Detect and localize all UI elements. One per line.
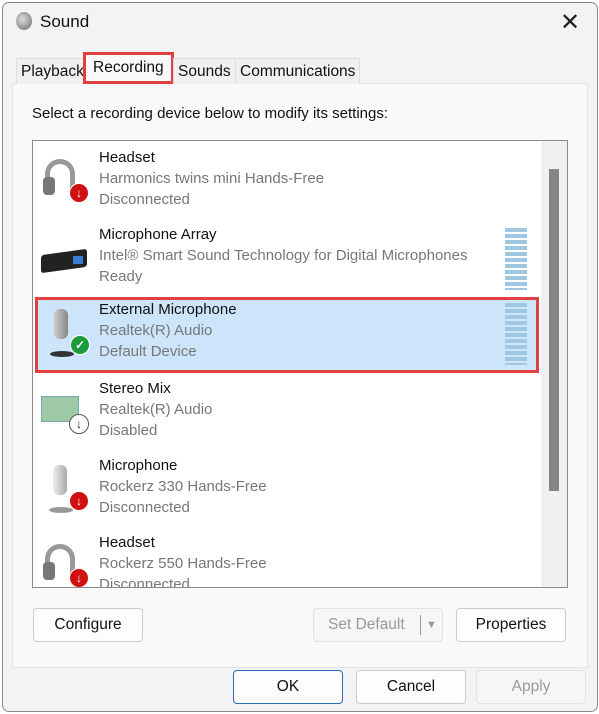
device-description: Rockerz 330 Hands-Free [99, 478, 267, 495]
ok-button[interactable]: OK [233, 670, 343, 704]
device-description: Realtek(R) Audio [99, 322, 213, 339]
device-name: Microphone [99, 457, 178, 474]
scrollbar[interactable] [541, 141, 567, 587]
apply-button[interactable]: Apply [476, 670, 586, 704]
device-description: Rockerz 550 Hands-Free [99, 555, 267, 572]
tab-playback[interactable]: Playback [16, 58, 89, 84]
tab-communications[interactable]: Communications [235, 58, 361, 84]
configure-button[interactable]: Configure [33, 608, 143, 642]
instruction-text: Select a recording device below to modif… [32, 105, 389, 122]
mic-array-icon [41, 234, 89, 286]
device-status: Disconnected [99, 499, 190, 516]
device-status: Disconnected [99, 191, 190, 208]
device-status: Ready [99, 268, 143, 285]
speaker-icon [16, 12, 32, 30]
cancel-button[interactable]: Cancel [356, 670, 466, 704]
window-title: Sound [40, 12, 90, 31]
headset-icon: ↓ [41, 542, 89, 587]
level-meter [505, 228, 527, 290]
microphone-icon: ↓ [41, 465, 89, 517]
tab-sounds[interactable]: Sounds [173, 58, 236, 84]
properties-button[interactable]: Properties [456, 608, 566, 642]
device-status: Disconnected [99, 576, 190, 588]
disconnected-badge-icon: ↓ [69, 183, 89, 203]
close-icon[interactable]: ✕ [560, 8, 580, 37]
set-default-label: Set Default [328, 616, 405, 633]
device-name: Microphone Array [99, 226, 217, 243]
device-status: Default Device [99, 343, 197, 360]
sound-card-icon: ↓ [41, 388, 89, 440]
device-row[interactable]: ↓ Stereo Mix Realtek(R) Audio Disabled [35, 376, 539, 452]
scrollbar-thumb[interactable] [549, 169, 559, 491]
device-list: ↓ Headset Harmonics twins mini Hands-Fre… [32, 140, 568, 588]
disconnected-badge-icon: ↓ [69, 491, 89, 511]
device-name: External Microphone [99, 301, 237, 318]
headset-icon: ↓ [41, 157, 89, 209]
device-description: Harmonics twins mini Hands-Free [99, 170, 325, 187]
default-check-icon: ✓ [70, 335, 90, 355]
set-default-button[interactable]: Set Default ▼ [313, 608, 443, 642]
device-row-selected[interactable]: ✓ External Microphone Realtek(R) Audio D… [35, 297, 539, 373]
level-meter [505, 303, 527, 365]
device-description: Realtek(R) Audio [99, 401, 213, 418]
device-row[interactable]: ↓ Headset Rockerz 550 Hands-Free Disconn… [35, 530, 539, 588]
device-row[interactable]: ↓ Headset Harmonics twins mini Hands-Fre… [35, 145, 539, 221]
device-row[interactable]: ↓ Microphone Rockerz 330 Hands-Free Disc… [35, 453, 539, 529]
disconnected-badge-icon: ↓ [69, 568, 89, 587]
disabled-badge-icon: ↓ [69, 414, 89, 434]
device-name: Headset [99, 534, 155, 551]
tab-recording[interactable]: Recording [83, 52, 174, 84]
device-status: Disabled [99, 422, 158, 439]
device-name: Headset [99, 149, 155, 166]
dropdown-arrow-icon[interactable]: ▼ [426, 609, 437, 641]
microphone-icon: ✓ [42, 309, 90, 361]
device-row[interactable]: Microphone Array Intel® Smart Sound Tech… [35, 222, 539, 298]
device-name: Stereo Mix [99, 380, 171, 397]
device-description: Intel® Smart Sound Technology for Digita… [99, 247, 468, 264]
